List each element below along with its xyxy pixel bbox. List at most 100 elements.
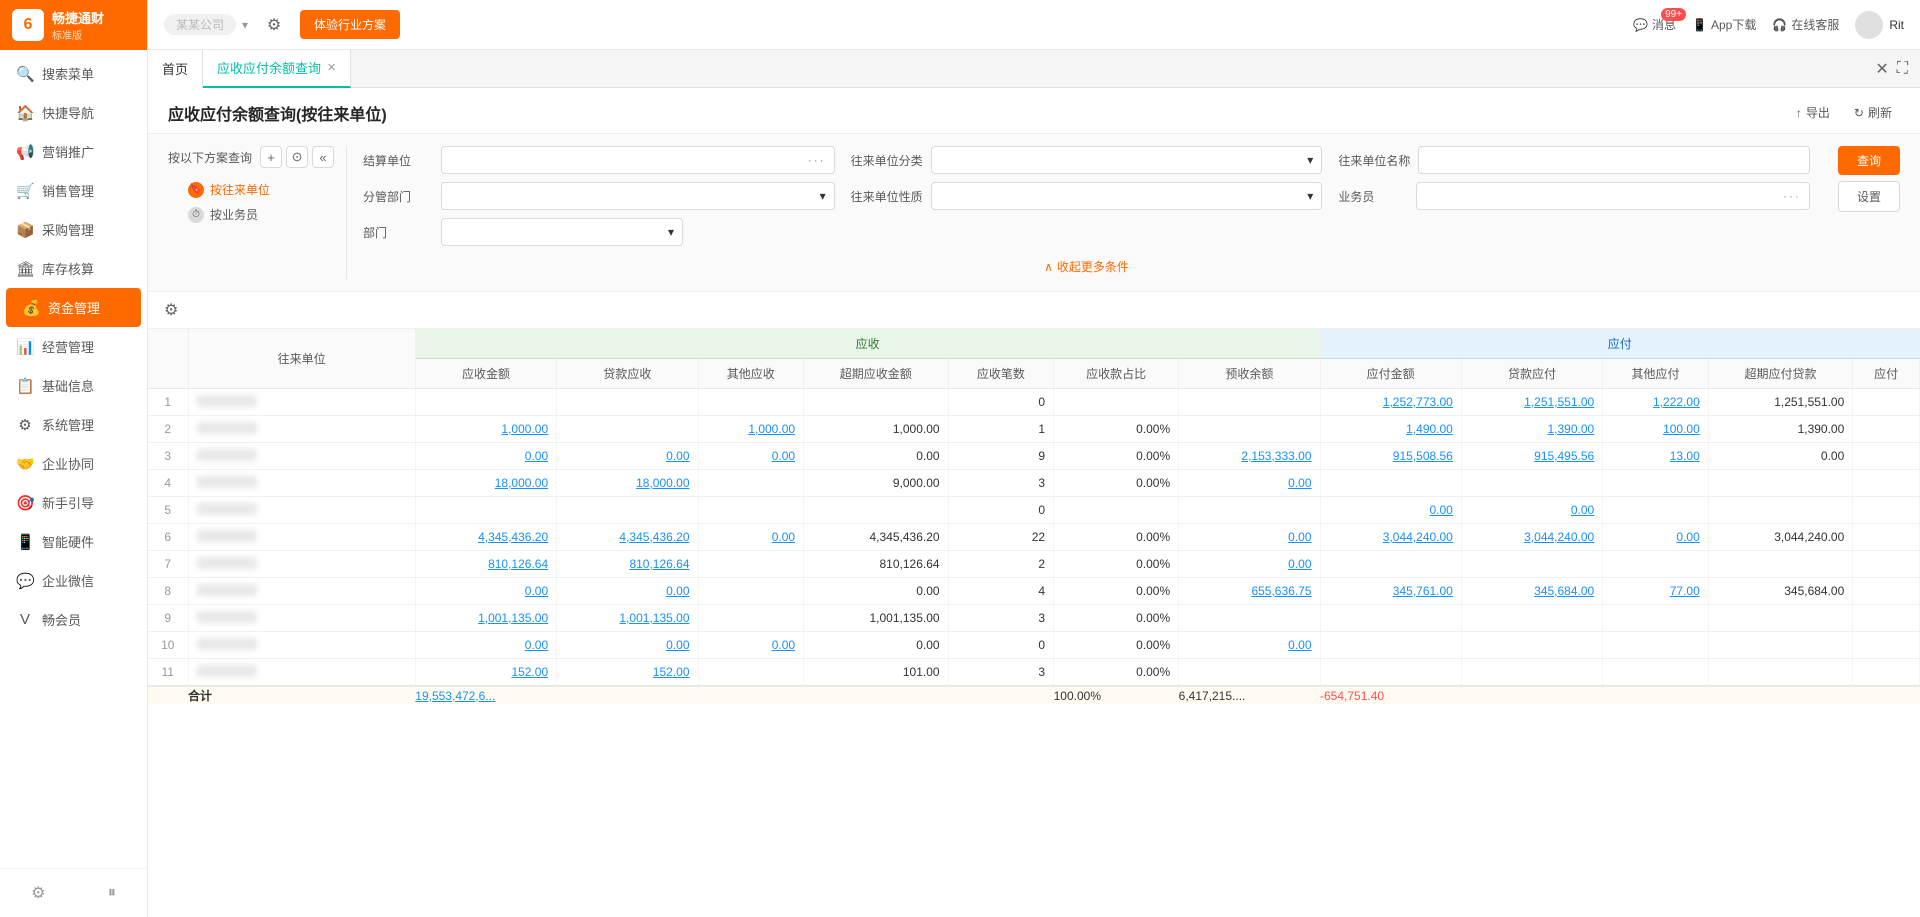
- cell-no: 1: [148, 389, 188, 416]
- cell-cq-ys: [804, 389, 949, 416]
- sidebar-item-基础信息[interactable]: 📋基础信息: [0, 366, 147, 405]
- cell-cq-ys: 0.00: [804, 443, 949, 470]
- query-btn[interactable]: 查询: [1838, 146, 1900, 175]
- trial-btn[interactable]: 体验行业方案: [300, 10, 400, 39]
- sidebar-nav: 🔍搜索菜单🏠快捷导航📢营销推广🛒销售管理📦采购管理🏛库存核算💰资金管理📊经营管理…: [0, 50, 147, 868]
- cell-qt-ys: 0.00: [698, 524, 804, 551]
- sidebar-item-销售管理[interactable]: 🛒销售管理: [0, 171, 147, 210]
- cell-dk-yf: [1461, 632, 1602, 659]
- scheme-option-customer[interactable]: 🔖 按往来单位: [180, 178, 334, 201]
- settings-btn[interactable]: 设置: [1838, 181, 1900, 212]
- tab-home[interactable]: 首页: [148, 50, 203, 88]
- export-btn[interactable]: ↑ 导出: [1788, 100, 1838, 125]
- filter-input-category[interactable]: ▾: [931, 146, 1323, 174]
- cell-qt-ys: [698, 551, 804, 578]
- sidebar-settings-icon[interactable]: ⚙: [25, 877, 51, 909]
- cell-yf-je: 915,508.56: [1320, 443, 1461, 470]
- filter-label-dept: 分管部门: [363, 188, 433, 205]
- sidebar-item-label: 智能硬件: [42, 532, 94, 551]
- filter-collapse-btn[interactable]: ∧ 收起更多条件: [1032, 254, 1141, 279]
- table-footer: 合计 19,553,472,6... 100.00% 6,417,215....…: [148, 686, 1920, 704]
- sidebar-item-资金管理[interactable]: 💰资金管理: [6, 288, 141, 327]
- settings-scheme-btn[interactable]: ⊙: [286, 146, 308, 168]
- refresh-btn[interactable]: ↻ 刷新: [1846, 100, 1900, 125]
- tab-close-window-icon[interactable]: ✕: [1875, 59, 1888, 79]
- cell-ys-ye: 655,636.75: [1179, 578, 1320, 605]
- sidebar-item-新手引导[interactable]: 🎯新手引导: [0, 483, 147, 522]
- breadcrumb-dropdown-icon[interactable]: ▾: [242, 18, 248, 32]
- cell-ys-ye: [1179, 416, 1320, 443]
- sidebar-item-经营管理[interactable]: 📊经营管理: [0, 327, 147, 366]
- cell-cq-ys: 810,126.64: [804, 551, 949, 578]
- app-download-btn[interactable]: 📱 App下载: [1692, 16, 1756, 33]
- filter-input-nature[interactable]: ▾: [931, 182, 1323, 210]
- app-download-icon: 📱: [1692, 18, 1707, 32]
- cell-yf: [1853, 389, 1920, 416]
- sidebar-item-系统管理[interactable]: ⚙系统管理: [0, 405, 147, 444]
- online-service-btn[interactable]: 🎧 在线客服: [1772, 16, 1839, 33]
- sidebar-icon: ⚙: [16, 416, 34, 434]
- messages-btn[interactable]: 💬 消息 99+: [1633, 16, 1676, 33]
- cell-name: [188, 659, 415, 687]
- cell-ys-zb: [1054, 389, 1179, 416]
- sidebar-item-库存核算[interactable]: 🏛库存核算: [0, 249, 147, 288]
- cell-ys-bs: 3: [948, 605, 1054, 632]
- filter-input-settlement[interactable]: ···: [441, 146, 835, 174]
- footer-receivable-amount[interactable]: 19,553,472,6...: [415, 686, 556, 704]
- user-menu[interactable]: Rit: [1855, 11, 1904, 39]
- sidebar-item-企业微信[interactable]: 💬企业微信: [0, 561, 147, 600]
- sidebar-footer: ⚙ ⏸: [0, 868, 147, 917]
- cell-qt-yf: 100.00: [1603, 416, 1709, 443]
- tab-receivable[interactable]: 应收应付余额查询 ✕: [203, 50, 351, 88]
- filter-input-dept[interactable]: ▾: [441, 182, 835, 210]
- tab-maximize-icon[interactable]: ⛶: [1897, 60, 1908, 78]
- filter-input-salesman[interactable]: ···: [1416, 182, 1810, 210]
- sidebar-item-企业协同[interactable]: 🤝企业协同: [0, 444, 147, 483]
- cell-cq-yf: [1708, 632, 1853, 659]
- sidebar-item-采购管理[interactable]: 📦采购管理: [0, 210, 147, 249]
- cell-dk-ys: [557, 497, 698, 524]
- col-no: [148, 329, 188, 389]
- tab-home-label: 首页: [162, 59, 188, 78]
- page-header-actions: ↑ 导出 ↻ 刷新: [1788, 100, 1900, 125]
- sidebar-item-营销推广[interactable]: 📢营销推广: [0, 132, 147, 171]
- add-scheme-btn[interactable]: +: [260, 146, 282, 168]
- tab-close-icon[interactable]: ✕: [327, 61, 336, 74]
- sidebar-item-畅会员[interactable]: V畅会员: [0, 600, 147, 639]
- cell-no: 3: [148, 443, 188, 470]
- cell-yf-je: [1320, 632, 1461, 659]
- header-gear-icon[interactable]: ⚙: [260, 11, 288, 39]
- cell-name: [188, 443, 415, 470]
- filter-input-name[interactable]: [1418, 146, 1810, 174]
- table-row: 9 1,001,135.00 1,001,135.00 1,001,135.00…: [148, 605, 1920, 632]
- cell-ys-ye: 0.00: [1179, 551, 1320, 578]
- footer-receivable-count: [948, 686, 1054, 704]
- collapse-scheme-btn[interactable]: «: [312, 146, 334, 168]
- dropdown-icon-nature: ▾: [1307, 189, 1313, 203]
- cell-cq-yf: [1708, 497, 1853, 524]
- col-overdue-receivable: 超期应收金额: [804, 359, 949, 389]
- table-row: 8 0.00 0.00 0.00 4 0.00% 655,636.75 345,…: [148, 578, 1920, 605]
- sidebar-item-搜索菜单[interactable]: 🔍搜索菜单: [0, 54, 147, 93]
- cell-yr-je: 152.00: [415, 659, 556, 687]
- collapse-icon: ∧: [1044, 260, 1053, 274]
- sidebar-collapse-icon[interactable]: ⏸: [102, 878, 122, 908]
- messages-badge: 99+: [1661, 8, 1686, 21]
- cell-qt-ys: 0.00: [698, 443, 804, 470]
- scheme-option-salesman[interactable]: ⏱ 按业务员: [180, 203, 334, 226]
- tabs-bar: 首页 应收应付余额查询 ✕ ✕ ⛶: [148, 50, 1920, 88]
- cell-qt-yf: [1603, 605, 1709, 632]
- sidebar-item-label: 快捷导航: [42, 103, 94, 122]
- filter-scheme-label: 按以下方案查询: [168, 149, 252, 166]
- sidebar-item-快捷导航[interactable]: 🏠快捷导航: [0, 93, 147, 132]
- filter-label-nature: 往来单位性质: [851, 188, 923, 205]
- sidebar-item-智能硬件[interactable]: 📱智能硬件: [0, 522, 147, 561]
- filter-input-bdept[interactable]: ▾: [441, 218, 683, 246]
- sidebar-item-label: 搜索菜单: [42, 64, 94, 83]
- cell-name: [188, 524, 415, 551]
- table-settings-icon[interactable]: ⚙: [164, 300, 178, 320]
- filter-field-category: 往来单位分类 ▾: [851, 146, 1323, 174]
- cell-yf-je: 345,761.00: [1320, 578, 1461, 605]
- cell-dk-yf: [1461, 470, 1602, 497]
- sidebar-item-label: 畅会员: [42, 610, 81, 629]
